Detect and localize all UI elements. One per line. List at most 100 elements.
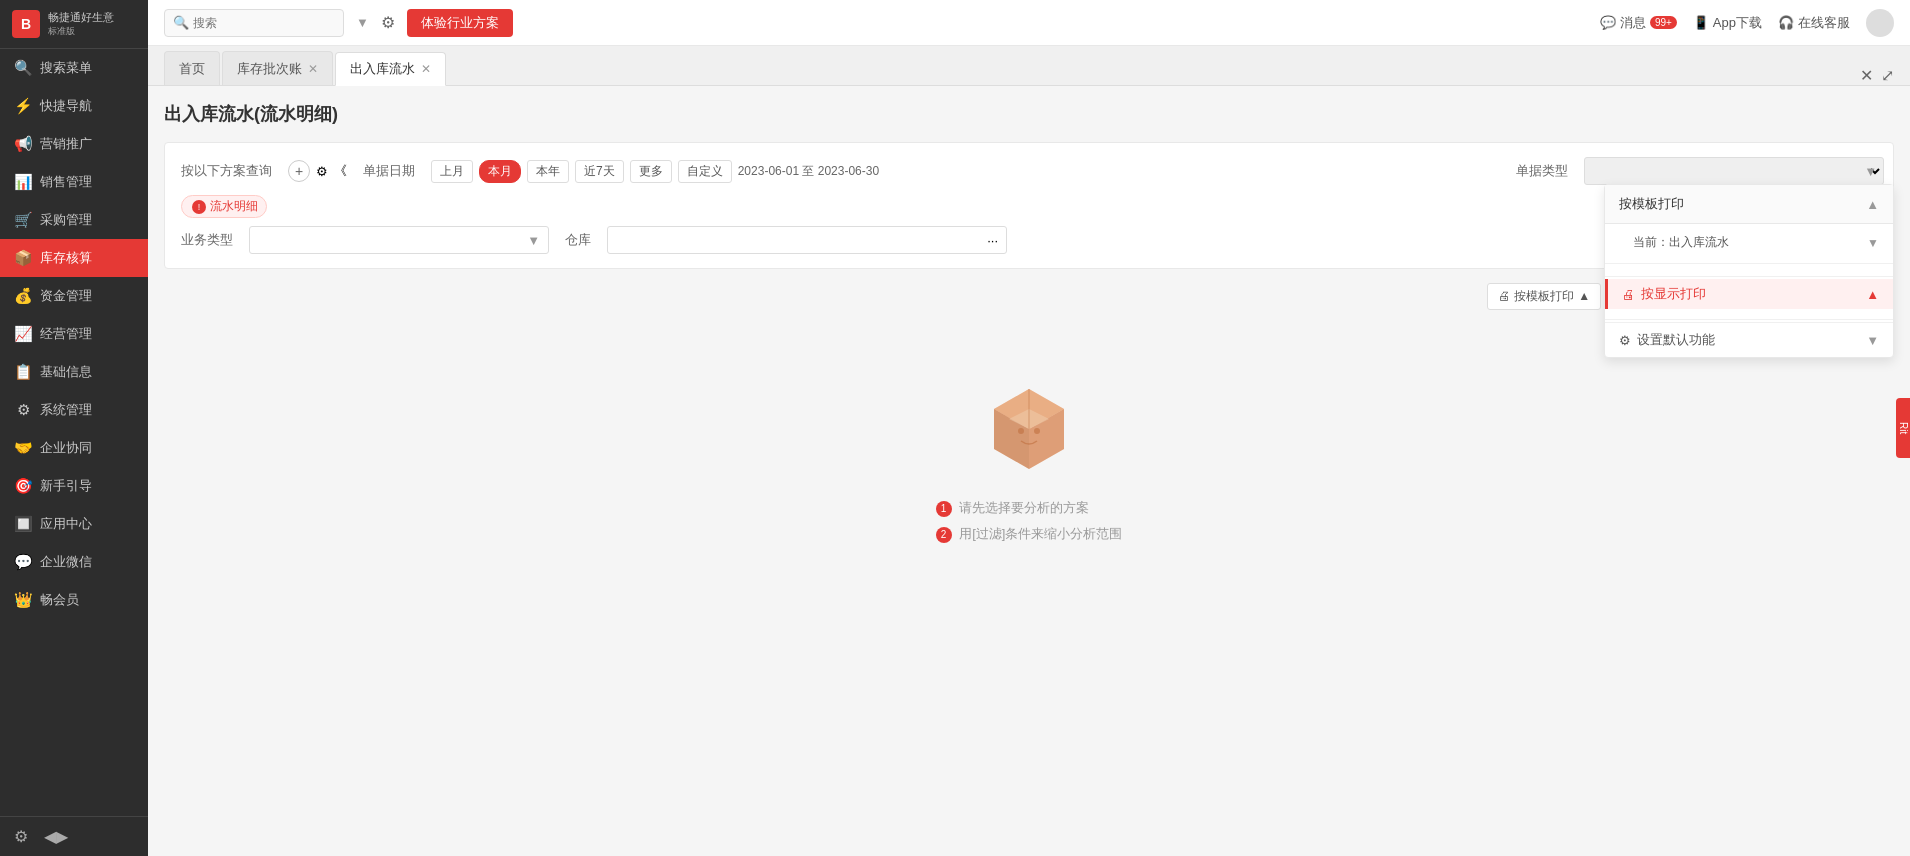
- sidebar-label-basic: 基础信息: [40, 363, 92, 381]
- sidebar-icon-cooperation: 🤝: [14, 439, 32, 457]
- filter-tag-icon: !: [192, 200, 206, 214]
- date-this-year-btn[interactable]: 本年: [527, 160, 569, 183]
- sidebar-label-marketing: 营销推广: [40, 135, 92, 153]
- doc-type-select[interactable]: [1584, 157, 1884, 185]
- dropdown-header: 按模板打印 ▲: [1605, 185, 1893, 224]
- sidebar: B 畅捷通好生意 标准版 🔍搜索菜单⚡快捷导航📢营销推广📊销售管理🛒采购管理📦库…: [0, 0, 148, 856]
- sidebar-item-search[interactable]: 🔍搜索菜单: [0, 49, 148, 87]
- filter-tag-label: 流水明细: [210, 198, 258, 215]
- sidebar-item-quick-nav[interactable]: ⚡快捷导航: [0, 87, 148, 125]
- tab-batch[interactable]: 库存批次账 ✕: [222, 51, 333, 85]
- sidebar-item-member[interactable]: 👑畅会员: [0, 581, 148, 619]
- print-chevron-icon: ▲: [1578, 289, 1590, 303]
- sidebar-item-wechat[interactable]: 💬企业微信: [0, 543, 148, 581]
- dropdown-current-label: 当前：出入库流水: [1633, 234, 1729, 251]
- right-edge-button[interactable]: Rit: [1896, 398, 1910, 458]
- search-input[interactable]: [193, 16, 313, 30]
- messages-badge: 99+: [1650, 16, 1677, 29]
- business-type-select[interactable]: ▼: [249, 226, 549, 254]
- tab-expand-button[interactable]: ⤢: [1881, 66, 1894, 85]
- date-this-month-btn[interactable]: 本月: [479, 160, 521, 183]
- sidebar-label-finance: 资金管理: [40, 287, 92, 305]
- tab-home[interactable]: 首页: [164, 51, 220, 85]
- sidebar-item-purchase[interactable]: 🛒采购管理: [0, 201, 148, 239]
- tab-flow-close[interactable]: ✕: [421, 62, 431, 76]
- svg-point-6: [1018, 428, 1024, 434]
- sidebar-item-marketing[interactable]: 📢营销推广: [0, 125, 148, 163]
- sidebar-label-search: 搜索菜单: [40, 59, 92, 77]
- topbar-gear-icon[interactable]: ⚙: [381, 13, 395, 32]
- display-section-chevron-icon: ▲: [1866, 287, 1879, 302]
- sidebar-label-purchase: 采购管理: [40, 211, 92, 229]
- topbar-right: 💬 消息 99+ 📱 App下载 🎧 在线客服: [1600, 9, 1894, 37]
- filter-actions: + ⚙ 《: [288, 160, 347, 182]
- filter-date-group: 上月 本月 本年 近7天 更多 自定义 2023-06-01 至 2023-06…: [431, 160, 1500, 183]
- topbar-search-box[interactable]: 🔍: [164, 9, 344, 37]
- tab-batch-close[interactable]: ✕: [308, 62, 318, 76]
- tabbar-actions: ✕ ⤢: [1860, 66, 1894, 85]
- settings-bottom-icon[interactable]: ⚙: [14, 827, 28, 846]
- sidebar-item-app-center[interactable]: 🔲应用中心: [0, 505, 148, 543]
- display-section-label: 按显示打印: [1641, 285, 1706, 303]
- sidebar-item-guide[interactable]: 🎯新手引导: [0, 467, 148, 505]
- dropdown-items-wrapper: [1605, 309, 1893, 317]
- app-logo: B 畅捷通好生意 标准版: [0, 0, 148, 49]
- date-more-btn[interactable]: 更多: [630, 160, 672, 183]
- filter-collapse-icon[interactable]: 《: [334, 162, 347, 180]
- display-section-icon: 🖨: [1622, 287, 1635, 302]
- sidebar-item-system[interactable]: ⚙系统管理: [0, 391, 148, 429]
- logo-badge: 标准版: [48, 25, 114, 38]
- sidebar-icon-quick-nav: ⚡: [14, 97, 32, 115]
- filter-settings-icon[interactable]: ⚙: [316, 164, 328, 179]
- warehouse-dots-icon: ···: [987, 233, 998, 248]
- default-func-text: 设置默认功能: [1637, 331, 1715, 349]
- app-download-item[interactable]: 📱 App下载: [1693, 14, 1762, 32]
- sidebar-label-app-center: 应用中心: [40, 515, 92, 533]
- date-7days-btn[interactable]: 近7天: [575, 160, 624, 183]
- sidebar-item-basic[interactable]: 📋基础信息: [0, 353, 148, 391]
- doc-type-label: 单据类型: [1516, 162, 1568, 180]
- sidebar-label-operation: 经营管理: [40, 325, 92, 343]
- tab-close-all-button[interactable]: ✕: [1860, 66, 1873, 85]
- dropdown-divider-1: [1605, 263, 1893, 264]
- trial-button[interactable]: 体验行业方案: [407, 9, 513, 37]
- tab-flow[interactable]: 出入库流水 ✕: [335, 52, 446, 86]
- sidebar-icon-operation: 📈: [14, 325, 32, 343]
- dropdown-title: 按模板打印: [1619, 195, 1684, 213]
- sidebar-item-operation[interactable]: 📈 经营管理: [0, 315, 148, 353]
- sidebar-item-sales[interactable]: 📊销售管理: [0, 163, 148, 201]
- date-custom-btn[interactable]: 自定义: [678, 160, 732, 183]
- dropdown-bottom-row[interactable]: ⚙ 设置默认功能 ▼: [1605, 322, 1893, 357]
- collapse-sidebar-icon[interactable]: ◀▶: [44, 827, 68, 846]
- logo-icon: B: [12, 10, 40, 38]
- sidebar-item-finance[interactable]: 💰资金管理: [0, 277, 148, 315]
- search-icon: 🔍: [173, 15, 189, 30]
- sidebar-item-cooperation[interactable]: 🤝企业协同: [0, 429, 148, 467]
- sidebar-label-member: 畅会员: [40, 591, 79, 609]
- filter-add-button[interactable]: +: [288, 160, 310, 182]
- dropdown-current-chevron-icon: ▼: [1867, 236, 1879, 250]
- print-template-button[interactable]: 🖨 按模板打印 ▲: [1487, 283, 1601, 310]
- tip-1: 1 请先选择要分析的方案: [936, 495, 1123, 521]
- filter-tag-detail[interactable]: ! 流水明细: [181, 195, 267, 218]
- date-last-month-btn[interactable]: 上月: [431, 160, 473, 183]
- display-section-header[interactable]: 🖨 按显示打印 ▲: [1605, 279, 1893, 309]
- sidebar-item-inventory[interactable]: 📦库存核算: [0, 239, 148, 277]
- dropdown-divider-2: [1605, 276, 1893, 277]
- user-avatar[interactable]: [1866, 9, 1894, 37]
- messages-item[interactable]: 💬 消息 99+: [1600, 14, 1677, 32]
- dropdown-title-chevron-icon[interactable]: ▲: [1866, 197, 1879, 212]
- business-type-label: 业务类型: [181, 231, 233, 249]
- empty-state: 1 请先选择要分析的方案 2 用[过滤]条件来缩小分析范围: [164, 319, 1894, 607]
- topbar-dropdown-icon[interactable]: ▼: [356, 15, 369, 30]
- dropdown-default-func-label: ⚙ 设置默认功能: [1619, 331, 1715, 349]
- tip-2-number: 2: [936, 527, 952, 543]
- dropdown-current-section: 当前：出入库流水 ▼: [1605, 224, 1893, 261]
- main-area: 🔍 ▼ ⚙ 体验行业方案 💬 消息 99+ 📱 App下载 🎧 在线客服: [148, 0, 1910, 856]
- customer-service-item[interactable]: 🎧 在线客服: [1778, 14, 1850, 32]
- date-range-display: 2023-06-01 至 2023-06-30: [738, 163, 879, 180]
- dropdown-template-section: [1605, 266, 1893, 274]
- dropdown-divider-3: [1605, 319, 1893, 320]
- warehouse-select[interactable]: ···: [607, 226, 1007, 254]
- sidebar-label-system: 系统管理: [40, 401, 92, 419]
